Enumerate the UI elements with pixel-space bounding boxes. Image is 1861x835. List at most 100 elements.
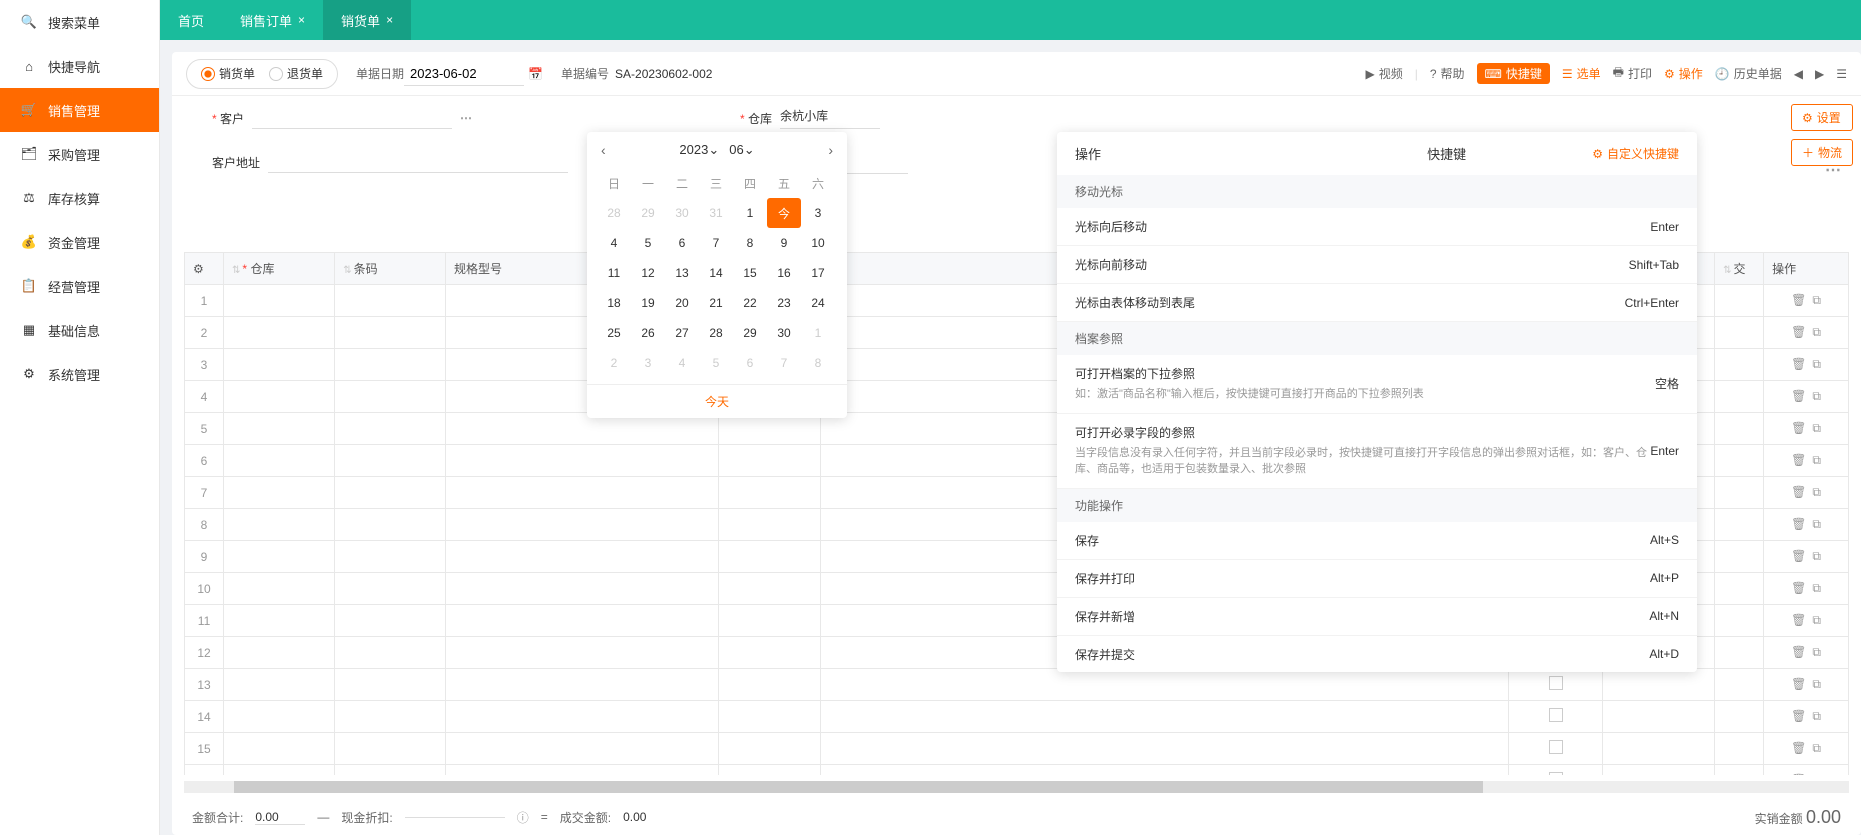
cal-day[interactable]: 29	[733, 318, 767, 348]
discount-input[interactable]	[405, 817, 505, 818]
cal-day[interactable]: 25	[597, 318, 631, 348]
sidebar-item-3[interactable]: 🗂采购管理	[0, 132, 159, 176]
prev-icon[interactable]: ◀	[1794, 67, 1803, 81]
delete-icon[interactable]: 🗑	[1791, 421, 1806, 435]
cal-day[interactable]: 19	[631, 288, 665, 318]
scrollbar-thumb[interactable]	[234, 781, 1483, 793]
delete-icon[interactable]: 🗑	[1791, 645, 1806, 659]
table-row[interactable]: 16🗑⧉	[185, 765, 1849, 776]
history-action[interactable]: 🕘 历史单据	[1715, 65, 1782, 82]
cal-day[interactable]: 11	[597, 258, 631, 288]
cal-day[interactable]: 今	[767, 198, 801, 228]
cal-day[interactable]: 7	[699, 228, 733, 258]
date-input[interactable]	[404, 62, 524, 86]
delete-icon[interactable]: 🗑	[1791, 389, 1806, 403]
cal-day[interactable]: 7	[767, 348, 801, 378]
next-icon[interactable]: ▶	[1815, 67, 1824, 81]
cal-day[interactable]: 29	[631, 198, 665, 228]
tab-2[interactable]: 销货单×	[323, 0, 411, 40]
logistics-button[interactable]: ＋ 物流	[1791, 139, 1853, 166]
copy-icon[interactable]: ⧉	[1812, 773, 1821, 775]
cal-day[interactable]: 27	[665, 318, 699, 348]
cal-day[interactable]: 1	[801, 318, 835, 348]
menu-icon[interactable]: ☰	[1836, 67, 1847, 81]
col-gear[interactable]: ⚙	[185, 253, 224, 285]
copy-icon[interactable]: ⧉	[1812, 421, 1821, 435]
cal-day[interactable]: 8	[801, 348, 835, 378]
addr-input[interactable]	[268, 151, 568, 173]
warehouse-input[interactable]: 余杭小库	[780, 107, 880, 129]
copy-icon[interactable]: ⧉	[1812, 357, 1821, 371]
copy-icon[interactable]: ⧉	[1812, 677, 1821, 691]
cal-day[interactable]: 3	[801, 198, 835, 228]
close-icon[interactable]: ×	[386, 13, 393, 27]
cal-day[interactable]: 4	[597, 228, 631, 258]
gift-checkbox[interactable]	[1549, 772, 1563, 775]
more-dots-icon[interactable]: ⋯	[1825, 160, 1841, 180]
customer-input[interactable]	[252, 107, 452, 129]
copy-icon[interactable]: ⧉	[1812, 485, 1821, 499]
custom-shortcut-button[interactable]: ⚙ 自定义快捷键	[1592, 145, 1679, 162]
select-action[interactable]: ☰ 选单	[1562, 65, 1601, 82]
cal-year[interactable]: 2023⌄	[679, 142, 719, 158]
sidebar-item-4[interactable]: ⚖库存核算	[0, 176, 159, 220]
cal-month[interactable]: 06⌄	[729, 142, 754, 158]
copy-icon[interactable]: ⧉	[1812, 645, 1821, 659]
cal-day[interactable]: 22	[733, 288, 767, 318]
cal-day[interactable]: 9	[767, 228, 801, 258]
cal-prev-icon[interactable]: ‹	[601, 142, 606, 158]
cal-day[interactable]: 12	[631, 258, 665, 288]
sidebar-item-0[interactable]: 🔍搜索菜单	[0, 0, 159, 44]
cal-day[interactable]: 26	[631, 318, 665, 348]
calendar-icon[interactable]: 📅	[528, 67, 543, 81]
cal-day[interactable]: 2	[597, 348, 631, 378]
table-row[interactable]: 14🗑⧉	[185, 701, 1849, 733]
cal-day[interactable]: 28	[597, 198, 631, 228]
cal-day[interactable]: 14	[699, 258, 733, 288]
close-icon[interactable]: ×	[298, 13, 305, 27]
sidebar-item-2[interactable]: 🛒销售管理	[0, 88, 159, 132]
gift-checkbox[interactable]	[1549, 740, 1563, 754]
cal-day[interactable]: 17	[801, 258, 835, 288]
cal-day[interactable]: 18	[597, 288, 631, 318]
cal-day[interactable]: 20	[665, 288, 699, 318]
settings-button[interactable]: ⚙ 设置	[1791, 104, 1853, 131]
tab-0[interactable]: 首页	[160, 0, 222, 40]
cal-day[interactable]: 24	[801, 288, 835, 318]
cal-day[interactable]: 5	[631, 228, 665, 258]
video-action[interactable]: ▶ 视频	[1365, 65, 1402, 82]
cal-next-icon[interactable]: ›	[828, 142, 833, 158]
cal-day[interactable]: 4	[665, 348, 699, 378]
cal-day[interactable]: 8	[733, 228, 767, 258]
sidebar-item-7[interactable]: ▦基础信息	[0, 308, 159, 352]
sidebar-item-8[interactable]: ⚙系统管理	[0, 352, 159, 396]
sidebar-item-5[interactable]: 💰资金管理	[0, 220, 159, 264]
col-warehouse[interactable]: ⇅* 仓库	[224, 253, 335, 285]
col-deliv[interactable]: ⇅交	[1715, 253, 1764, 285]
radio-sales[interactable]: 销货单	[201, 65, 255, 82]
copy-icon[interactable]: ⧉	[1812, 325, 1821, 339]
cal-day[interactable]: 28	[699, 318, 733, 348]
copy-icon[interactable]: ⧉	[1812, 709, 1821, 723]
tab-1[interactable]: 销售订单×	[222, 0, 323, 40]
delete-icon[interactable]: 🗑	[1791, 517, 1806, 531]
col-barcode[interactable]: ⇅条码	[335, 253, 446, 285]
cal-day[interactable]: 15	[733, 258, 767, 288]
cal-day[interactable]: 21	[699, 288, 733, 318]
copy-icon[interactable]: ⧉	[1812, 293, 1821, 307]
cal-day[interactable]: 3	[631, 348, 665, 378]
delete-icon[interactable]: 🗑	[1791, 549, 1806, 563]
radio-return[interactable]: 退货单	[269, 65, 323, 82]
gift-checkbox[interactable]	[1549, 676, 1563, 690]
delete-icon[interactable]: 🗑	[1791, 485, 1806, 499]
gift-checkbox[interactable]	[1549, 708, 1563, 722]
delete-icon[interactable]: 🗑	[1791, 581, 1806, 595]
copy-icon[interactable]: ⧉	[1812, 549, 1821, 563]
table-row[interactable]: 15🗑⧉	[185, 733, 1849, 765]
cal-day[interactable]: 6	[665, 228, 699, 258]
copy-icon[interactable]: ⧉	[1812, 517, 1821, 531]
cal-day[interactable]: 23	[767, 288, 801, 318]
delete-icon[interactable]: 🗑	[1791, 677, 1806, 691]
delete-icon[interactable]: 🗑	[1791, 325, 1806, 339]
cal-day[interactable]: 30	[767, 318, 801, 348]
